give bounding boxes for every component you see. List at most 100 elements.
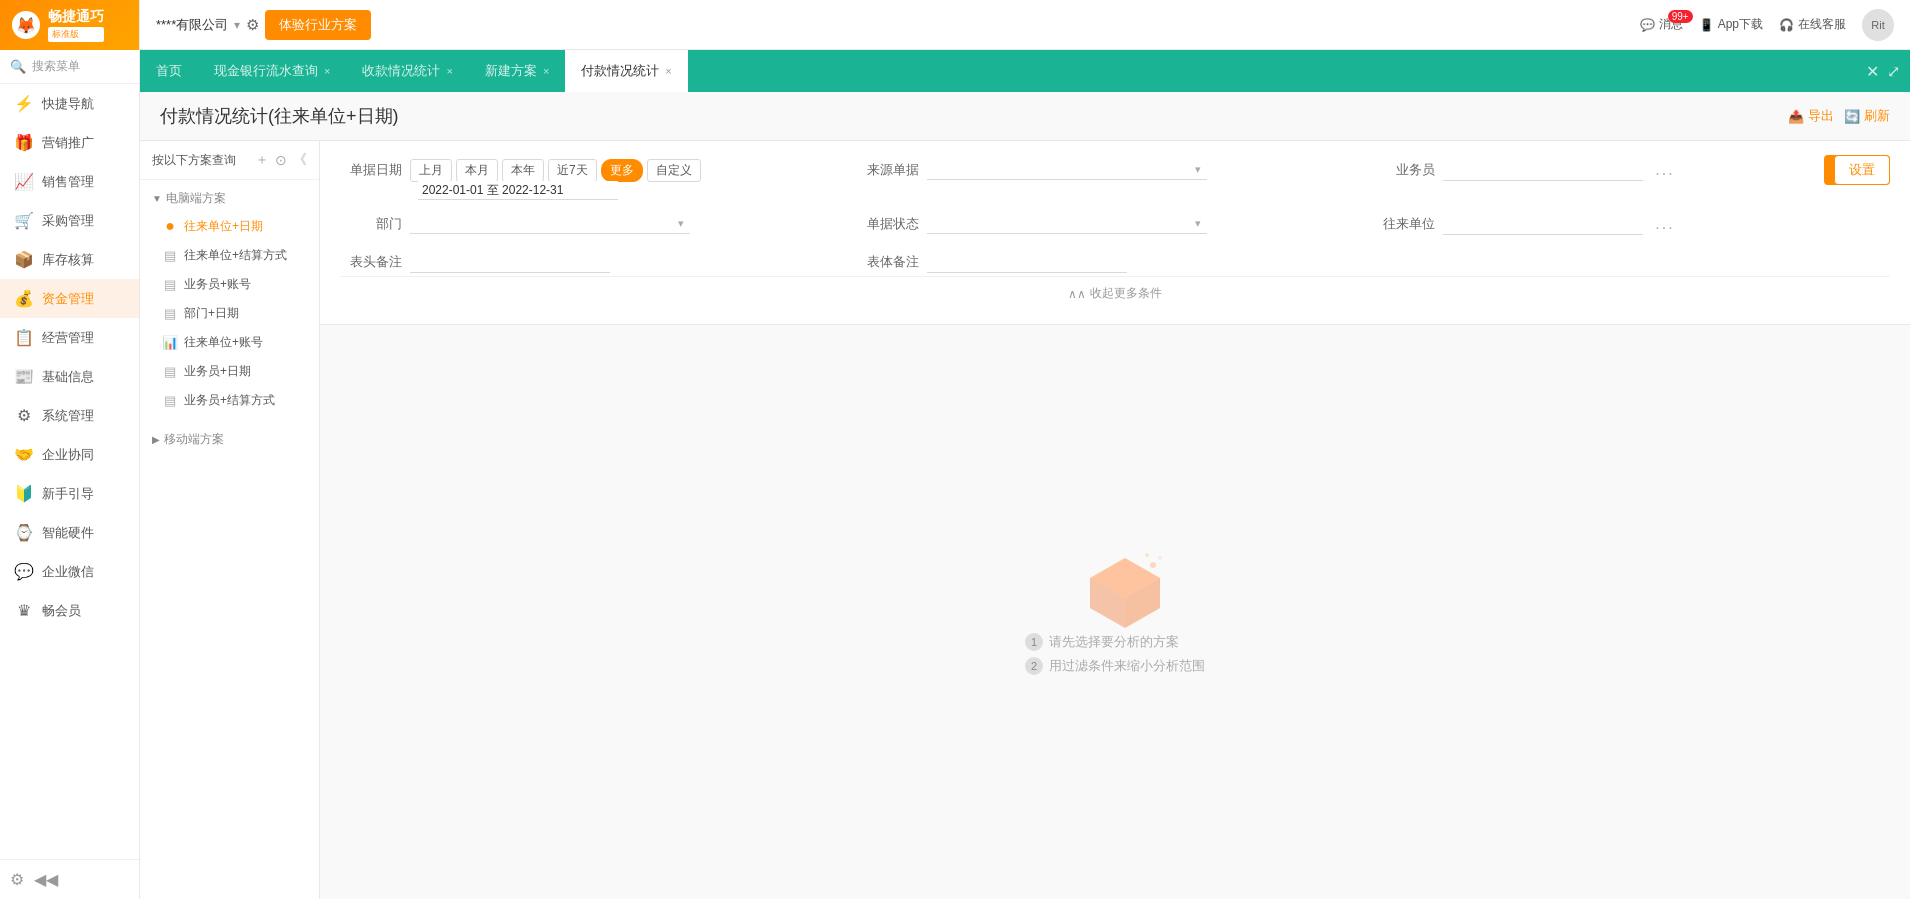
dept-select[interactable]: ▾	[410, 214, 690, 234]
source-select-arrow-icon: ▾	[1195, 163, 1201, 176]
capital-icon: 💰	[14, 289, 34, 308]
header-note-input[interactable]	[410, 251, 610, 273]
scheme-item-table-icon: ▤	[162, 306, 178, 321]
scheme-item-salesman-account[interactable]: ▤ 业务员+账号	[140, 270, 319, 299]
scheme-panel: 按以下方案查询 ＋ ⊙ 《 ▼ 电脑端方案 ● 往来单位+日期	[140, 141, 320, 899]
sidebar-item-label: 企业协同	[42, 446, 94, 464]
date-btn-this-year[interactable]: 本年	[502, 159, 544, 182]
sidebar-item-cooperation[interactable]: 🤝 企业协同	[0, 435, 139, 474]
sidebar-item-inventory[interactable]: 📦 库存核算	[0, 240, 139, 279]
date-btn-last-month[interactable]: 上月	[410, 159, 452, 182]
hint-text-2: 用过滤条件来缩小分析范围	[1049, 657, 1205, 675]
topbar-app-download[interactable]: 📱 App下载	[1699, 16, 1763, 33]
sidebar-item-quick-nav[interactable]: ⚡ 快捷导航	[0, 84, 139, 123]
marketing-icon: 🎁	[14, 133, 34, 152]
sales-icon: 📈	[14, 172, 34, 191]
sidebar-settings-btn[interactable]: ⚙	[10, 870, 24, 889]
trial-btn[interactable]: 体验行业方案	[265, 10, 371, 40]
sidebar-item-label: 资金管理	[42, 290, 94, 308]
tab-close-all-icon[interactable]: ✕	[1866, 62, 1879, 81]
tab-new-scheme-close-icon[interactable]: ×	[543, 65, 549, 77]
source-select[interactable]: ▾	[927, 160, 1207, 180]
scheme-add-btn[interactable]: ＋	[255, 151, 269, 169]
avatar-text: Rit	[1871, 19, 1884, 31]
mobile-group-toggle[interactable]: ▶ 移动端方案	[140, 427, 319, 452]
sidebar-item-capital[interactable]: 💰 资金管理	[0, 279, 139, 318]
sidebar: 🦊 畅捷通巧 标准版 🔍 搜索菜单 ⚡ 快捷导航 🎁 营销推广 📈 销售管理 🛒…	[0, 0, 140, 899]
header-note-control	[410, 251, 857, 273]
company-name: ****有限公司	[156, 16, 228, 34]
date-range-input[interactable]	[418, 181, 618, 200]
topbar-message-btn[interactable]: 💬 消息 99+	[1640, 16, 1683, 33]
purchase-icon: 🛒	[14, 211, 34, 230]
salesman-input[interactable]	[1443, 159, 1643, 181]
logo-icon: 🦊	[12, 11, 40, 39]
topbar: ****有限公司 ▾ ⚙ 体验行业方案 💬 消息 99+ 📱 App下载 🎧 在…	[140, 0, 1910, 50]
scheme-item-table-icon: ▤	[162, 277, 178, 292]
tab-home[interactable]: 首页	[140, 50, 198, 92]
topbar-gear-icon[interactable]: ⚙	[246, 16, 259, 34]
date-btn-this-month[interactable]: 本月	[456, 159, 498, 182]
topbar-online-service[interactable]: 🎧 在线客服	[1779, 16, 1846, 33]
tab-bank-flow-close-icon[interactable]: ×	[324, 65, 330, 77]
sidebar-item-sales[interactable]: 📈 销售管理	[0, 162, 139, 201]
sidebar-item-purchase[interactable]: 🛒 采购管理	[0, 201, 139, 240]
scheme-item-table-icon: ▤	[162, 393, 178, 408]
tab-payment-stats[interactable]: 付款情况统计 ×	[565, 50, 687, 92]
scheme-item-salesman-settle[interactable]: ▤ 业务员+结算方式	[140, 386, 319, 415]
filter-cell-empty	[1373, 248, 1890, 276]
settings-btn[interactable]: 设置	[1834, 155, 1890, 185]
company-chevron-icon[interactable]: ▾	[234, 18, 240, 32]
filter-cell-source: 来源单据 ▾	[857, 155, 1374, 185]
scheme-item-label: 往来单位+日期	[184, 218, 263, 235]
sidebar-item-smart-hw[interactable]: ⌚ 智能硬件	[0, 513, 139, 552]
sidebar-item-label: 企业微信	[42, 563, 94, 581]
sidebar-item-label: 库存核算	[42, 251, 94, 269]
scheme-item-salesman-date[interactable]: ▤ 业务员+日期	[140, 357, 319, 386]
sidebar-item-guide[interactable]: 🔰 新手引导	[0, 474, 139, 513]
date-btn-7days[interactable]: 近7天	[548, 159, 597, 182]
doc-status-select[interactable]: ▾	[927, 214, 1207, 234]
partner-dots[interactable]: ...	[1655, 215, 1674, 233]
desktop-group-toggle[interactable]: ▼ 电脑端方案	[140, 186, 319, 211]
tab-home-label: 首页	[156, 62, 182, 80]
body-note-input[interactable]	[927, 251, 1127, 273]
collapse-btn[interactable]: ∧∧ 收起更多条件	[340, 276, 1890, 310]
scheme-collapse-btn[interactable]: 《	[293, 151, 307, 169]
tab-new-scheme[interactable]: 新建方案 ×	[469, 50, 565, 92]
sidebar-item-enterprise-wx[interactable]: 💬 企业微信	[0, 552, 139, 591]
export-btn[interactable]: 📤 导出	[1788, 107, 1834, 125]
scheme-item-circle-icon: ●	[162, 217, 178, 235]
sidebar-item-system[interactable]: ⚙ 系统管理	[0, 396, 139, 435]
filter-cell-partner: 往来单位 ...	[1373, 210, 1890, 238]
sidebar-item-base-info[interactable]: 📰 基础信息	[0, 357, 139, 396]
date-control: 上月 本月 本年 近7天 更多 自定义	[410, 159, 857, 182]
refresh-btn[interactable]: 🔄 刷新	[1844, 107, 1890, 125]
tab-collection-stats[interactable]: 收款情况统计 ×	[346, 50, 468, 92]
sidebar-item-label: 经营管理	[42, 329, 94, 347]
tab-payment-stats-close-icon[interactable]: ×	[665, 65, 671, 77]
search-menu[interactable]: 🔍 搜索菜单	[0, 50, 139, 84]
sidebar-item-vip[interactable]: ♛ 畅会员	[0, 591, 139, 630]
scheme-item-partner-account[interactable]: 📊 往来单位+账号	[140, 328, 319, 357]
sidebar-collapse-btn[interactable]: ◀◀	[34, 870, 58, 889]
scheme-item-partner-date[interactable]: ● 往来单位+日期	[140, 211, 319, 241]
user-avatar[interactable]: Rit	[1862, 9, 1894, 41]
salesman-dots[interactable]: ...	[1655, 161, 1674, 179]
sidebar-item-marketing[interactable]: 🎁 营销推广	[0, 123, 139, 162]
scheme-settings-btn[interactable]: ⊙	[275, 152, 287, 168]
tab-bank-flow[interactable]: 现金银行流水查询 ×	[198, 50, 346, 92]
cooperation-icon: 🤝	[14, 445, 34, 464]
date-btn-more[interactable]: 更多	[601, 159, 643, 182]
partner-input[interactable]	[1443, 213, 1643, 235]
date-btn-custom[interactable]: 自定义	[647, 159, 701, 182]
logo-badge: 标准版	[48, 27, 104, 42]
sidebar-item-operations[interactable]: 📋 经营管理	[0, 318, 139, 357]
scheme-item-dept-date[interactable]: ▤ 部门+日期	[140, 299, 319, 328]
search-label: 搜索菜单	[32, 58, 80, 75]
tab-expand-icon[interactable]: ⤢	[1887, 62, 1900, 81]
scheme-item-partner-settle[interactable]: ▤ 往来单位+结算方式	[140, 241, 319, 270]
partner-label: 往来单位	[1373, 210, 1443, 238]
mobile-scheme-group: ▶ 移动端方案	[140, 421, 319, 458]
tab-collection-stats-close-icon[interactable]: ×	[446, 65, 452, 77]
